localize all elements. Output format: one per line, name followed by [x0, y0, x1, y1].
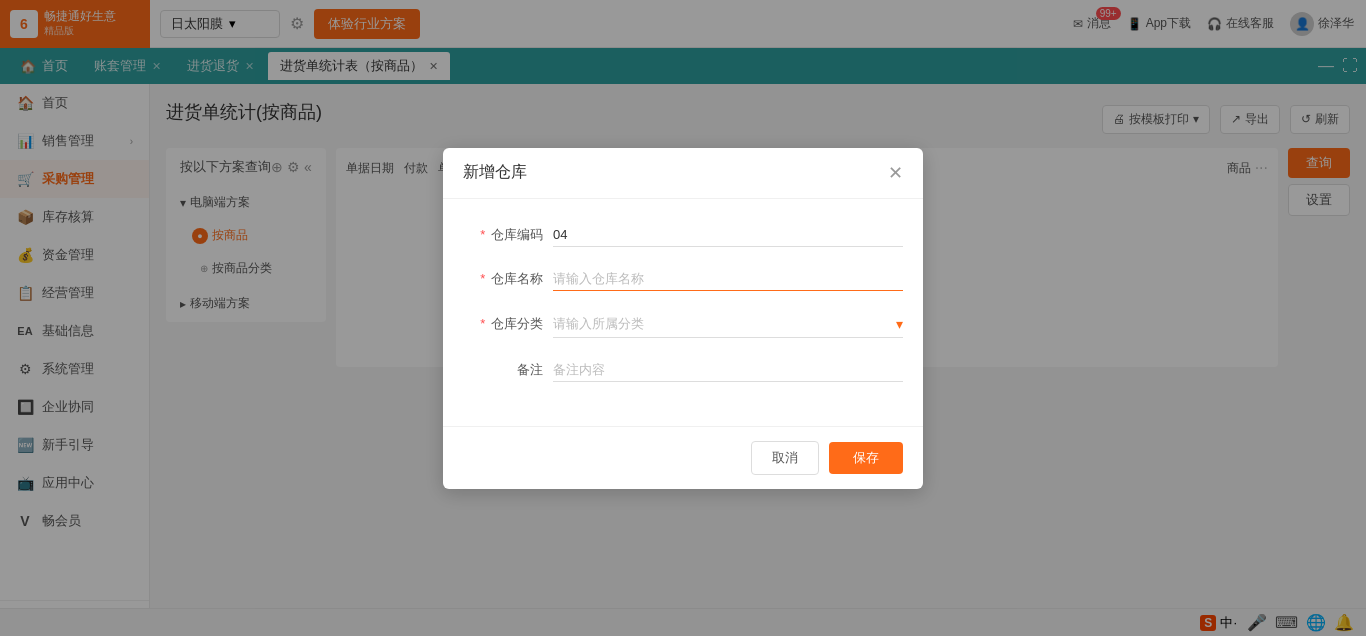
- warehouse-name-input[interactable]: [553, 267, 903, 291]
- modal-close-icon[interactable]: ✕: [888, 162, 903, 184]
- modal-overlay: 新增仓库 ✕ * 仓库编码 * 仓库名称: [0, 0, 1366, 636]
- form-row-name: * 仓库名称: [463, 267, 903, 291]
- modal-header: 新增仓库 ✕: [443, 148, 923, 199]
- modal-title: 新增仓库: [463, 162, 527, 183]
- modal-footer: 取消 保存: [443, 426, 923, 489]
- remark-label: 备注: [463, 361, 543, 379]
- required-star-code: *: [480, 227, 485, 242]
- category-dropdown-icon: ▾: [896, 316, 903, 332]
- form-row-code: * 仓库编码: [463, 223, 903, 247]
- category-label: * 仓库分类: [463, 315, 543, 333]
- warehouse-code-input[interactable]: [553, 223, 903, 247]
- cancel-button[interactable]: 取消: [751, 441, 819, 475]
- required-star-category: *: [480, 316, 485, 331]
- modal-body: * 仓库编码 * 仓库名称 * 仓库分类 请输入所属: [443, 199, 923, 426]
- category-placeholder: 请输入所属分类: [553, 315, 644, 333]
- save-button[interactable]: 保存: [829, 442, 903, 474]
- form-row-remark: 备注: [463, 358, 903, 382]
- name-label: * 仓库名称: [463, 270, 543, 288]
- add-warehouse-modal: 新增仓库 ✕ * 仓库编码 * 仓库名称: [443, 148, 923, 489]
- remark-input[interactable]: [553, 358, 903, 382]
- code-label: * 仓库编码: [463, 226, 543, 244]
- form-row-category: * 仓库分类 请输入所属分类 ▾: [463, 311, 903, 338]
- category-select[interactable]: 请输入所属分类 ▾: [553, 311, 903, 338]
- required-star-name: *: [480, 271, 485, 286]
